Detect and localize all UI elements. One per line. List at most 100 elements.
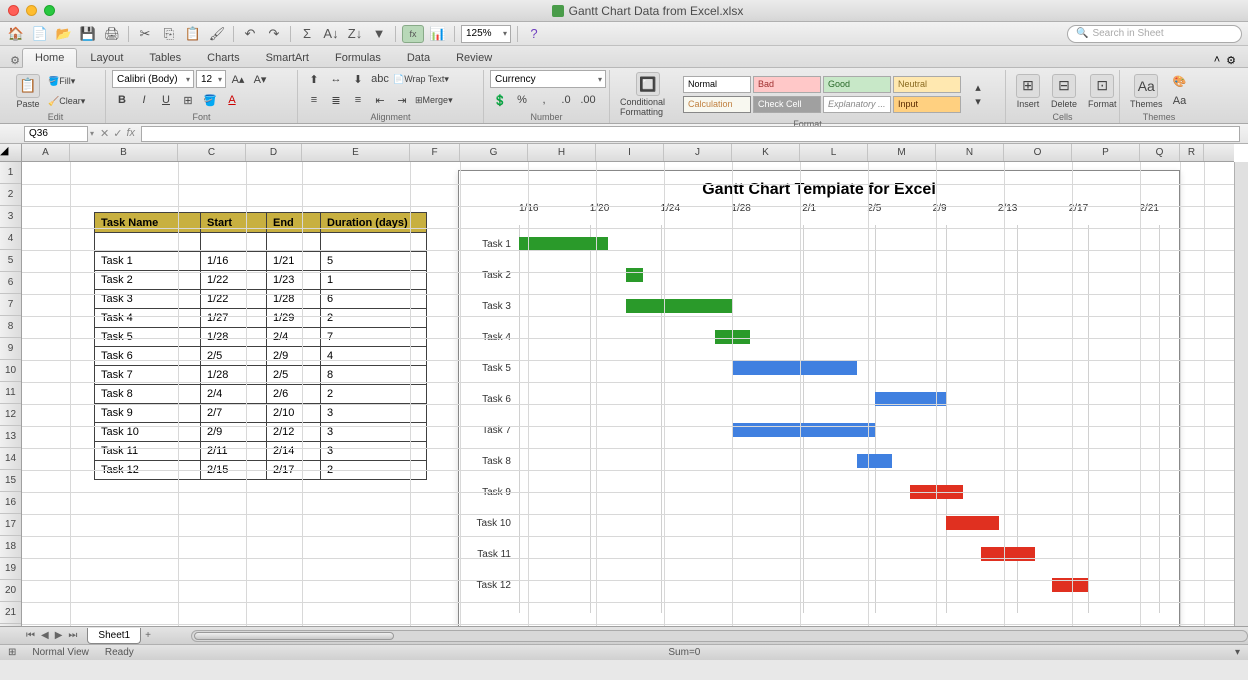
align-right-icon[interactable]: ≡ (348, 91, 368, 109)
style-good[interactable]: Good (823, 76, 891, 93)
theme-colors-icon[interactable]: 🎨 (1170, 72, 1190, 90)
format-painter-icon[interactable]: 🖌 (207, 25, 227, 43)
col-header-H[interactable]: H (528, 144, 596, 161)
filter-icon[interactable]: ▼ (369, 25, 389, 43)
redo-icon[interactable]: ↷ (264, 25, 284, 43)
row-header-15[interactable]: 15 (0, 470, 21, 492)
row-headers[interactable]: 12345678910111213141516171819202122 (0, 162, 22, 646)
row-header-12[interactable]: 12 (0, 404, 21, 426)
col-header-M[interactable]: M (868, 144, 936, 161)
tab-charts[interactable]: Charts (194, 48, 252, 67)
number-format-select[interactable]: Currency (490, 70, 606, 88)
table-row[interactable]: Task 51/282/47 (95, 328, 427, 347)
col-header-L[interactable]: L (800, 144, 868, 161)
align-left-icon[interactable]: ≡ (304, 91, 324, 109)
col-header-P[interactable]: P (1072, 144, 1140, 161)
tab-next-icon[interactable]: ▶ (53, 630, 65, 641)
gantt-bar[interactable] (732, 361, 856, 375)
border-icon[interactable]: ⊞ (178, 91, 198, 109)
status-right-icon[interactable]: ▾ (1235, 647, 1240, 658)
tab-tables[interactable]: Tables (136, 48, 194, 67)
copy-icon[interactable]: ⎘ (159, 25, 179, 43)
sheet-tab-sheet1[interactable]: Sheet1 (87, 628, 141, 644)
insert-button[interactable]: ⊞Insert (1012, 72, 1044, 111)
col-header-D[interactable]: D (246, 144, 302, 161)
table-row[interactable]: Task 92/72/103 (95, 404, 427, 423)
wrap-text-button[interactable]: 📄 Wrap Text ▾ (392, 70, 450, 88)
paste-button[interactable]: 📋Paste (12, 72, 44, 111)
align-middle-icon[interactable]: ↔ (326, 70, 346, 88)
home-icon[interactable]: 🏠 (6, 25, 26, 43)
orientation-icon[interactable]: abc (370, 70, 390, 88)
gantt-bar[interactable] (626, 268, 644, 282)
col-header-J[interactable]: J (664, 144, 732, 161)
increase-indent-icon[interactable]: ⇥ (392, 91, 412, 109)
zoom-select[interactable]: 125% (461, 25, 511, 43)
ribbon-options-icon[interactable]: ⚙ (1226, 54, 1236, 67)
search-input[interactable]: 🔍 Search in Sheet (1067, 25, 1242, 43)
table-header[interactable]: End (267, 213, 321, 233)
delete-button[interactable]: ⊟Delete (1047, 72, 1081, 111)
row-header-1[interactable]: 1 (0, 162, 21, 184)
col-header-K[interactable]: K (732, 144, 800, 161)
col-header-G[interactable]: G (460, 144, 528, 161)
percent-icon[interactable]: % (512, 91, 532, 109)
table-row[interactable]: Task 112/112/143 (95, 442, 427, 461)
row-header-10[interactable]: 10 (0, 360, 21, 382)
row-header-5[interactable]: 5 (0, 250, 21, 272)
row-header-7[interactable]: 7 (0, 294, 21, 316)
styles-scroll-down-icon[interactable]: ▾ (968, 96, 988, 108)
gantt-bar[interactable] (946, 516, 999, 530)
row-header-14[interactable]: 14 (0, 448, 21, 470)
fill-icon[interactable]: 🪣 Fill ▾ (47, 72, 76, 90)
tab-last-icon[interactable]: ⏭ (66, 630, 79, 641)
styles-scroll-up-icon[interactable]: ▴ (968, 82, 988, 94)
help-icon[interactable]: ? (524, 25, 544, 43)
col-header-N[interactable]: N (936, 144, 1004, 161)
enter-formula-icon[interactable]: ✓ (113, 127, 122, 140)
style-neutral[interactable]: Neutral (893, 76, 961, 93)
decrease-decimal-icon[interactable]: .0 (556, 91, 576, 109)
table-row[interactable]: Task 62/52/94 (95, 347, 427, 366)
comma-icon[interactable]: , (534, 91, 554, 109)
format-button[interactable]: ⊡Format (1084, 72, 1121, 111)
row-header-20[interactable]: 20 (0, 580, 21, 602)
table-row[interactable]: Task 41/271/292 (95, 309, 427, 328)
name-box[interactable]: Q36 (24, 126, 88, 142)
cut-icon[interactable]: ✂ (135, 25, 155, 43)
ribbon-collapse-icon[interactable]: ˄ (1214, 54, 1220, 67)
save-icon[interactable]: 💾 (78, 25, 98, 43)
close-window-button[interactable] (8, 5, 19, 16)
row-header-2[interactable]: 2 (0, 184, 21, 206)
add-sheet-icon[interactable]: + (145, 630, 151, 641)
print-icon[interactable]: 🖨 (102, 25, 122, 43)
autosum-icon[interactable]: Σ (297, 25, 317, 43)
row-header-6[interactable]: 6 (0, 272, 21, 294)
vertical-scrollbar[interactable] (1234, 162, 1248, 660)
tab-layout[interactable]: Layout (77, 48, 136, 67)
row-header-11[interactable]: 11 (0, 382, 21, 404)
open-icon[interactable]: 📂 (54, 25, 74, 43)
col-header-F[interactable]: F (410, 144, 460, 161)
merge-button[interactable]: ⊞ Merge ▾ (414, 91, 454, 109)
col-header-O[interactable]: O (1004, 144, 1072, 161)
col-header-A[interactable]: A (22, 144, 70, 161)
zoom-window-button[interactable] (44, 5, 55, 16)
font-color-icon[interactable]: A (222, 91, 242, 109)
row-header-3[interactable]: 3 (0, 206, 21, 228)
row-header-21[interactable]: 21 (0, 602, 21, 624)
increase-font-icon[interactable]: A▴ (228, 70, 248, 88)
themes-button[interactable]: AaThemes (1126, 72, 1167, 111)
undo-icon[interactable]: ↶ (240, 25, 260, 43)
style-input[interactable]: Input (893, 96, 961, 113)
row-header-13[interactable]: 13 (0, 426, 21, 448)
minimize-window-button[interactable] (26, 5, 37, 16)
row-header-16[interactable]: 16 (0, 492, 21, 514)
tab-data[interactable]: Data (394, 48, 443, 67)
col-header-Q[interactable]: Q (1140, 144, 1180, 161)
row-header-9[interactable]: 9 (0, 338, 21, 360)
tab-first-icon[interactable]: ⏮ (24, 630, 37, 641)
theme-fonts-icon[interactable]: Aa (1170, 92, 1190, 110)
horizontal-scrollbar[interactable] (191, 630, 1248, 642)
table-row[interactable]: Task 31/221/286 (95, 290, 427, 309)
